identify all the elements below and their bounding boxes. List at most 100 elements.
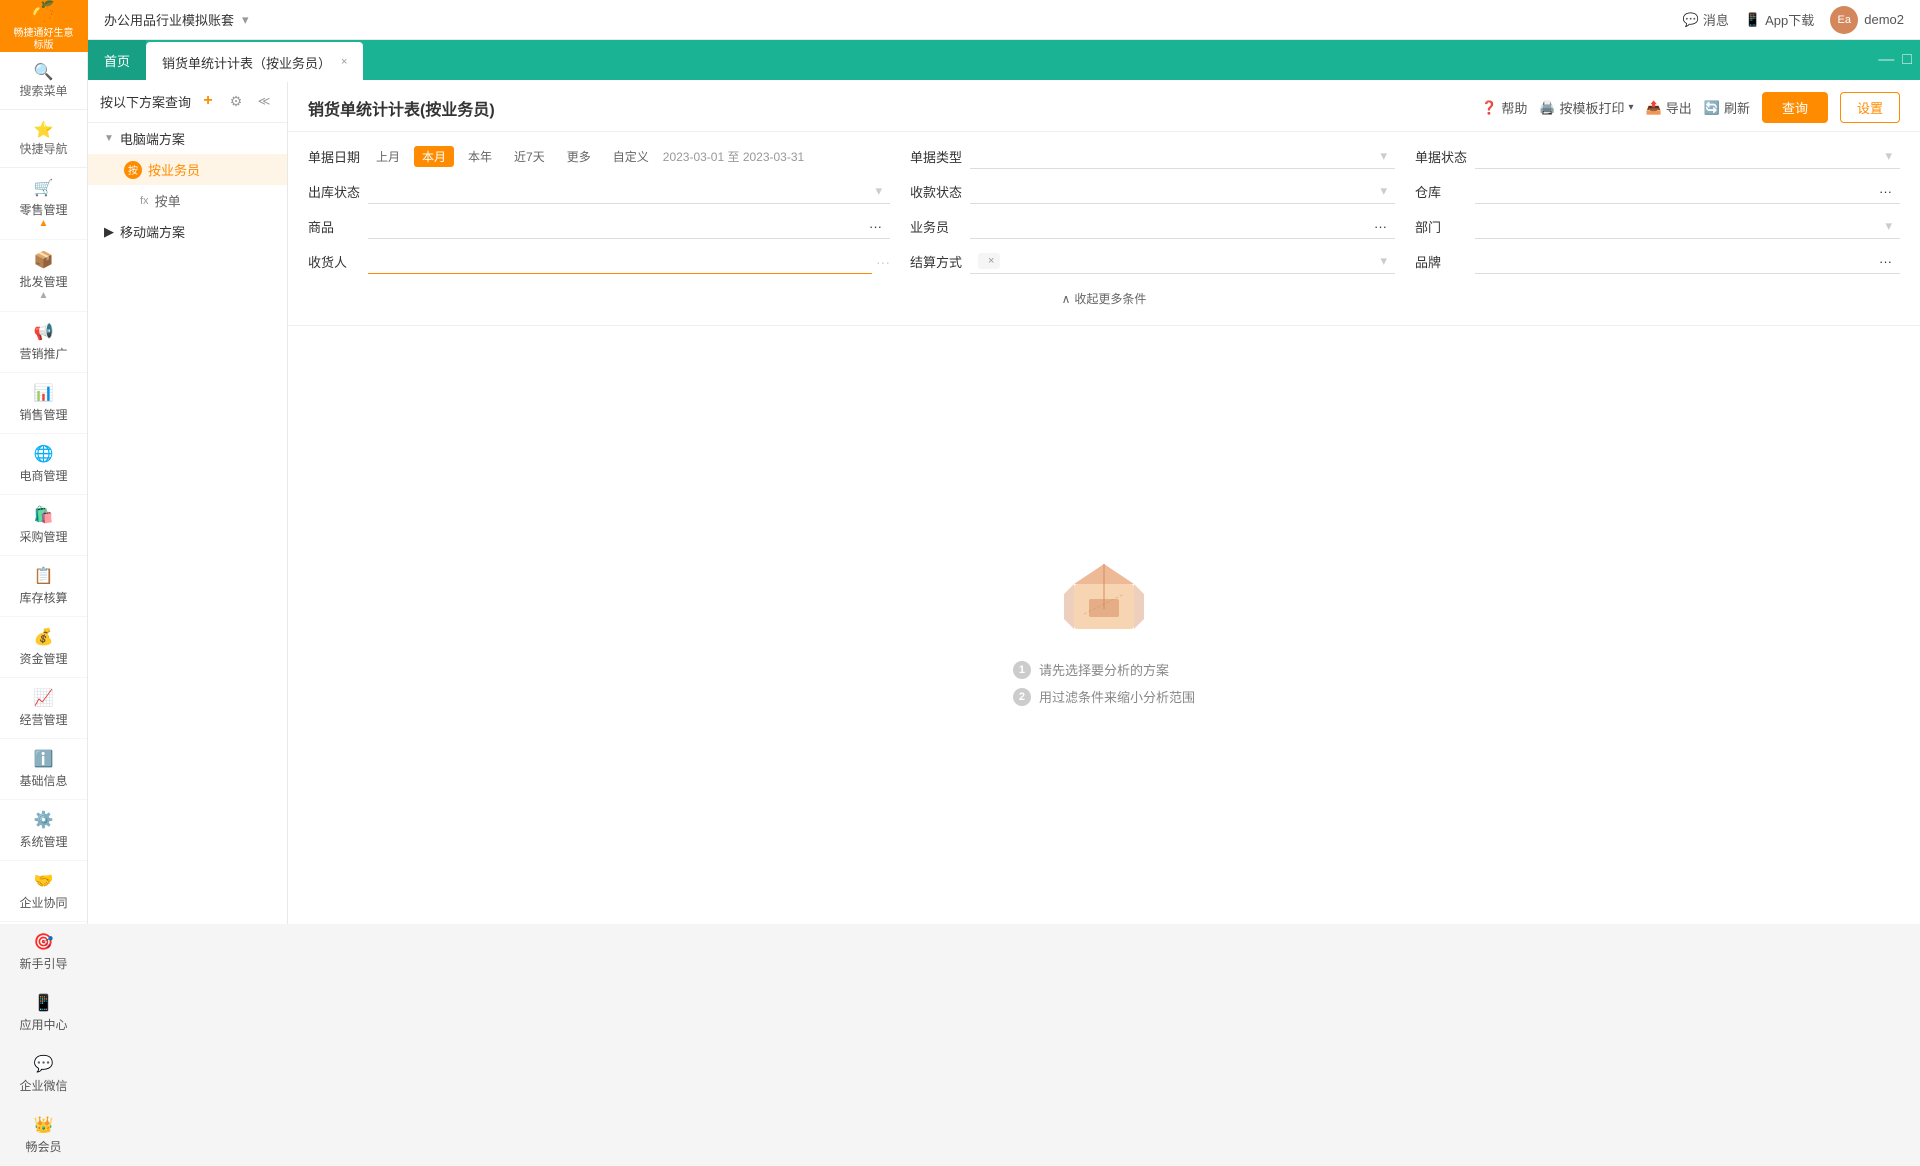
- sidebar-item-guide[interactable]: 🎯 新手引导: [0, 922, 87, 983]
- sidebar-item-system[interactable]: ⚙️ 系统管理: [0, 800, 87, 861]
- filter-payment: 结算方式 × ▾: [910, 249, 1395, 274]
- filter-salesperson: 业务员 ···: [910, 215, 1395, 239]
- brand-more-icon[interactable]: ···: [1879, 254, 1892, 269]
- filter-row-3: 商品 ··· 业务员 ··· 部门: [308, 214, 1900, 239]
- sidebar-item-wholesale[interactable]: 📦 批发管理 ▲: [0, 240, 87, 312]
- sidebar-item-sales[interactable]: 📊 销售管理: [0, 373, 87, 434]
- warehouse-label: 仓库: [1415, 182, 1475, 201]
- dept-select[interactable]: ▾: [1475, 214, 1900, 239]
- sidebar-item-wechat[interactable]: 💬 企业微信: [0, 1044, 87, 1105]
- retail-icon: 🛒: [34, 178, 54, 198]
- salesperson-select[interactable]: ···: [970, 215, 1395, 239]
- sidebar-item-ecommerce[interactable]: 🌐 电商管理: [0, 434, 87, 495]
- goods-select[interactable]: ···: [368, 215, 890, 239]
- inventory-icon: 📋: [34, 566, 54, 586]
- receiver-input[interactable]: [368, 250, 872, 274]
- refresh-btn[interactable]: 🔄 刷新: [1704, 98, 1750, 117]
- tree-arrow-mobile: ▶: [104, 224, 114, 240]
- query-button[interactable]: 查询: [1762, 92, 1828, 123]
- date-more-btn[interactable]: 更多: [559, 146, 599, 167]
- left-panel-actions: + ⚙ ≪: [197, 90, 275, 112]
- download-icon: 📱: [1745, 12, 1761, 28]
- sidebar-item-finance[interactable]: 💰 资金管理: [0, 617, 87, 678]
- sidebar-item-apps[interactable]: 📱 应用中心: [0, 983, 87, 1044]
- salesperson-label: 业务员: [910, 217, 970, 236]
- sidebar-item-enterprise[interactable]: 🤝 企业协同: [0, 861, 87, 922]
- payment-tag-close[interactable]: ×: [988, 255, 994, 267]
- topbar-dropdown-icon[interactable]: ▾: [242, 12, 249, 28]
- empty-state: 1 请先选择要分析的方案 2 用过滤条件来缩小分析范围: [288, 326, 1920, 924]
- payment-select[interactable]: × ▾: [970, 249, 1395, 274]
- tab-active[interactable]: 销货单统计计表（按业务员） ×: [146, 42, 363, 82]
- content-area: 按以下方案查询 + ⚙ ≪ ▼ 电脑端方案 按 按业务员 fx 按单: [88, 80, 1920, 924]
- goods-more-icon[interactable]: ···: [869, 219, 882, 234]
- topbar-right: 💬 消息 📱 App下载 Ea demo2: [1683, 6, 1904, 34]
- filter-goods: 商品 ···: [308, 215, 890, 239]
- date-week-btn[interactable]: 近7天: [506, 146, 553, 167]
- tree-child-byorder[interactable]: fx 按单: [88, 185, 287, 216]
- tabbar: 首页 销货单统计计表（按业务员） × — □: [88, 40, 1920, 80]
- sidebar-item-member[interactable]: 👑 畅会员: [0, 1105, 87, 1166]
- sidebar-item-operation[interactable]: 📈 经营管理: [0, 678, 87, 739]
- tab-close-btn[interactable]: ×: [341, 56, 347, 68]
- date-prev-btn[interactable]: 上月: [368, 146, 408, 167]
- receiver-more-icon[interactable]: ···: [876, 254, 890, 270]
- date-label: 单据日期: [308, 147, 368, 166]
- refresh-icon: 🔄: [1704, 100, 1720, 116]
- sidebar-item-basic[interactable]: ℹ️ 基础信息: [0, 739, 87, 800]
- order-status-select[interactable]: ▾: [1475, 144, 1900, 169]
- date-cur-btn[interactable]: 本月: [414, 146, 454, 167]
- left-panel-title: 按以下方案查询: [100, 92, 191, 111]
- sidebar: 🍊 畅捷通好生意 标版 🔍 搜索菜单 ⭐ 快捷导航 🛒 零售管理 ▲ 📦 批发管…: [0, 0, 88, 924]
- collapse-panel-btn[interactable]: ≪: [253, 90, 275, 112]
- add-scheme-btn[interactable]: +: [197, 90, 219, 112]
- finance-icon: 💰: [34, 627, 54, 647]
- export-btn[interactable]: 📤 导出: [1646, 98, 1692, 117]
- payment-label: 结算方式: [910, 252, 970, 271]
- message-btn[interactable]: 💬 消息: [1683, 10, 1729, 29]
- brand-select[interactable]: ···: [1475, 250, 1900, 274]
- empty-step-1: 1 请先选择要分析的方案: [1013, 660, 1195, 679]
- sidebar-item-search[interactable]: 🔍 搜索菜单: [0, 52, 87, 110]
- empty-step-2: 2 用过滤条件来缩小分析范围: [1013, 687, 1195, 706]
- warehouse-more-icon[interactable]: ···: [1879, 184, 1892, 199]
- tab-minimize-btn[interactable]: —: [1878, 51, 1894, 69]
- sidebar-item-marketing[interactable]: 📢 营销推广: [0, 312, 87, 373]
- tree-node-desktop[interactable]: ▼ 电脑端方案: [88, 123, 287, 154]
- filter-row-1: 单据日期 上月 本月 本年 近7天 更多 自定义 2023-03-01 至 20…: [308, 144, 1900, 169]
- member-icon: 👑: [34, 1115, 54, 1135]
- tree-node-mobile[interactable]: ▶ 移动端方案: [88, 216, 287, 247]
- tree-child-salesperson[interactable]: 按 按业务员: [88, 154, 287, 185]
- wechat-icon: 💬: [34, 1054, 54, 1074]
- tab-home[interactable]: 首页: [88, 40, 146, 80]
- sidebar-item-quicknav[interactable]: ⭐ 快捷导航: [0, 110, 87, 168]
- filter-row-2: 出库状态 ▾ 收款状态 ▾ 仓库: [308, 179, 1900, 204]
- collapse-filter-btn[interactable]: ∧ 收起更多条件: [308, 284, 1900, 313]
- user-menu[interactable]: Ea demo2: [1830, 6, 1904, 34]
- help-btn[interactable]: ❓ 帮助: [1481, 98, 1527, 117]
- ecommerce-icon: 🌐: [34, 444, 54, 464]
- topbar: 办公用品行业模拟账套 ▾ 💬 消息 📱 App下载 Ea demo2: [88, 0, 1920, 40]
- print-btn[interactable]: 🖨️ 按模板打印 ▾: [1539, 98, 1633, 117]
- out-status-select[interactable]: ▾: [368, 179, 890, 204]
- settings-button[interactable]: 设置: [1840, 92, 1900, 123]
- print-icon: 🖨️: [1539, 100, 1555, 116]
- order-type-select[interactable]: ▾: [970, 144, 1395, 169]
- app-download-btn[interactable]: 📱 App下载: [1745, 10, 1814, 29]
- receipt-status-select[interactable]: ▾: [970, 179, 1395, 204]
- settings-scheme-btn[interactable]: ⚙: [225, 90, 247, 112]
- filter-out-status: 出库状态 ▾: [308, 179, 890, 204]
- date-year-btn[interactable]: 本年: [460, 146, 500, 167]
- tab-maximize-btn[interactable]: □: [1902, 51, 1912, 69]
- warehouse-select[interactable]: ···: [1475, 180, 1900, 204]
- scheme-icon-salesperson: 按: [124, 161, 142, 179]
- out-status-dropdown-icon: ▾: [875, 183, 882, 199]
- logo-text: 畅捷通好生意: [14, 28, 74, 40]
- salesperson-more-icon[interactable]: ···: [1374, 219, 1387, 234]
- sidebar-item-retail[interactable]: 🛒 零售管理 ▲: [0, 168, 87, 240]
- sidebar-item-purchase[interactable]: 🛍️ 采购管理: [0, 495, 87, 556]
- date-custom-btn[interactable]: 自定义: [605, 146, 657, 167]
- payment-dropdown-icon: ▾: [1380, 253, 1387, 269]
- sidebar-item-inventory[interactable]: 📋 库存核算: [0, 556, 87, 617]
- filter-row-4: 收货人 ··· 结算方式 × ▾: [308, 249, 1900, 274]
